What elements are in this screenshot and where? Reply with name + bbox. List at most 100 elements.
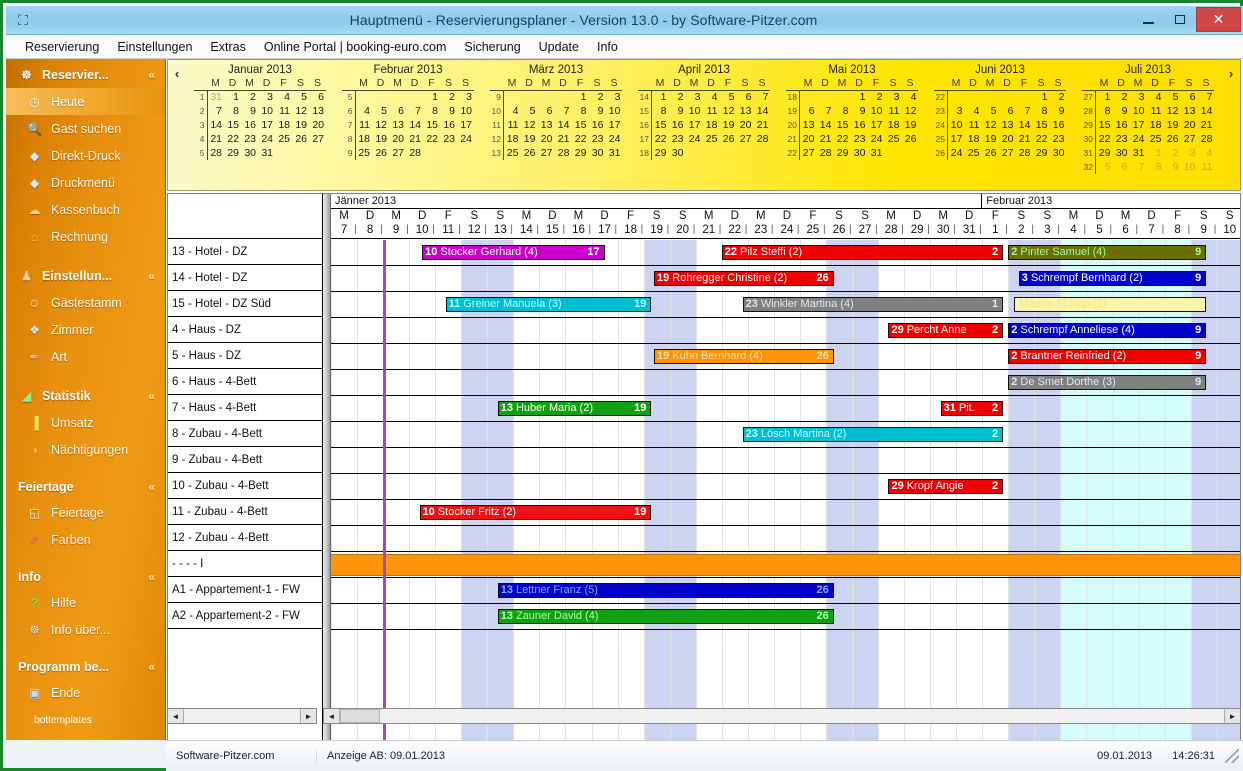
calendar-day-cell[interactable]: 9: [440, 104, 457, 118]
calendar-day-cell[interactable]: 2: [588, 90, 605, 104]
calendar-day-cell[interactable]: 12: [372, 118, 389, 132]
calendar-day-cell[interactable]: [816, 90, 833, 104]
calendar-day-cell[interactable]: 13: [998, 118, 1015, 132]
calendar-day-cell[interactable]: 9: [668, 104, 685, 118]
calendar-day-cell[interactable]: 10: [1129, 104, 1146, 118]
calendar-day-cell[interactable]: 12: [292, 104, 309, 118]
calendar-day-cell[interactable]: 25: [1146, 132, 1163, 146]
calendar-day-cell[interactable]: [964, 90, 981, 104]
calendar-day-cell[interactable]: 11: [702, 104, 719, 118]
sidebar-item-heute[interactable]: ◷Heute: [6, 88, 165, 115]
calendar-day-cell[interactable]: [554, 90, 571, 104]
calendar-day-cell[interactable]: 7: [1197, 90, 1214, 104]
calendar-day-cell[interactable]: [406, 90, 423, 104]
calendar-day-cell[interactable]: 8: [224, 104, 241, 118]
calendar-day-cell[interactable]: 21: [554, 132, 571, 146]
booking-bar[interactable]: 13Zauner David (4)26: [498, 609, 834, 624]
calendar-day-cell[interactable]: 3: [884, 90, 901, 104]
calendar-day-cell[interactable]: [520, 90, 537, 104]
calendar-day-cell[interactable]: [981, 90, 998, 104]
room-label-row[interactable]: 5 - Haus - DZ: [168, 343, 322, 369]
calendar-day-cell[interactable]: 1: [423, 90, 440, 104]
calendar-day-cell[interactable]: 10: [457, 104, 474, 118]
calendar-day-cell[interactable]: 25: [884, 132, 901, 146]
calendar-day-cell[interactable]: 19: [1163, 118, 1180, 132]
calendar-day-cell[interactable]: [685, 146, 702, 160]
calendar-day-cell[interactable]: 18: [275, 118, 292, 132]
calendar-day-cell[interactable]: [292, 146, 309, 160]
calendar-day-cell[interactable]: 2: [668, 90, 685, 104]
calendar-day-cell[interactable]: 30: [241, 146, 258, 160]
calendar-day-cell[interactable]: 25: [964, 146, 981, 160]
calendar-day-cell[interactable]: 23: [1049, 132, 1066, 146]
calendar-day-cell[interactable]: 16: [241, 118, 258, 132]
rooms-hscrollbar[interactable]: ◄ ►: [167, 708, 317, 724]
calendar-day-cell[interactable]: 20: [799, 132, 816, 146]
calendar-day-cell[interactable]: 15: [571, 118, 588, 132]
calendar-day-cell[interactable]: 13: [537, 118, 554, 132]
calendar-day-cell[interactable]: 25: [355, 146, 372, 160]
menu-item-extras[interactable]: Extras: [201, 37, 254, 57]
calendar-day-cell[interactable]: 4: [355, 104, 372, 118]
calendar-day-cell[interactable]: 19: [901, 118, 918, 132]
calendar-day-cell[interactable]: 11: [355, 118, 372, 132]
calendar-day-cell[interactable]: 18: [964, 132, 981, 146]
calendar-day-cell[interactable]: 29: [224, 146, 241, 160]
calendar-day-cell[interactable]: 7: [816, 104, 833, 118]
room-label-row[interactable]: 6 - Haus - 4-Bett: [168, 369, 322, 395]
menu-item-info[interactable]: Info: [588, 37, 627, 57]
calendar-day-cell[interactable]: 27: [736, 132, 753, 146]
sidebar-item-rechnung[interactable]: ⌂Rechnung: [6, 223, 165, 250]
maximize-button[interactable]: [1164, 8, 1196, 32]
room-label-row[interactable]: - - - - I: [168, 551, 322, 577]
calendar-day-cell[interactable]: 10: [685, 104, 702, 118]
calendar-day-cell[interactable]: 16: [440, 118, 457, 132]
calendar-day-cell[interactable]: 12: [901, 104, 918, 118]
close-button[interactable]: ✕: [1196, 7, 1241, 32]
calendar-day-cell[interactable]: 23: [850, 132, 867, 146]
calendar-day-cell[interactable]: 22: [1095, 132, 1112, 146]
calendar-day-cell[interactable]: 23: [241, 132, 258, 146]
booking-bar[interactable]: 2De Smet Dorthe (3)9: [1008, 375, 1206, 390]
calendar-day-cell[interactable]: 31: [867, 146, 884, 160]
calendar-day-cell[interactable]: 22: [224, 132, 241, 146]
calendar-day-cell[interactable]: 21: [753, 118, 770, 132]
calendar-day-cell[interactable]: 14: [207, 118, 224, 132]
calendar-day-cell[interactable]: 27: [1180, 132, 1197, 146]
calendar-day-cell[interactable]: 28: [207, 146, 224, 160]
calendar-day-cell[interactable]: 26: [520, 146, 537, 160]
booking-bar[interactable]: 10Stocker Gerhard (4)17: [422, 245, 604, 260]
chevron-up-icon[interactable]: «: [148, 660, 155, 674]
calendar-day-cell[interactable]: 19: [981, 132, 998, 146]
calendar-day-cell[interactable]: 15: [833, 118, 850, 132]
calendar-day-cell[interactable]: 11: [1197, 160, 1214, 174]
calendar-day-cell[interactable]: 12: [719, 104, 736, 118]
calendar-day-cell[interactable]: 5: [1095, 160, 1112, 174]
booking-bar[interactable]: 2Brantner Reinfried (2)9: [1008, 349, 1206, 364]
calendar-day-cell[interactable]: 13: [736, 104, 753, 118]
calendar-day-cell[interactable]: 24: [605, 132, 622, 146]
room-label-row[interactable]: 11 - Zubau - 4-Bett: [168, 499, 322, 525]
calendar-day-cell[interactable]: 9: [1163, 160, 1180, 174]
calendar-day-cell[interactable]: 2: [867, 90, 884, 104]
calendar-day-cell[interactable]: 18: [702, 118, 719, 132]
calendar-day-cell[interactable]: 4: [1197, 146, 1214, 160]
menu-item-sicherung[interactable]: Sicherung: [455, 37, 529, 57]
calendar-day-cell[interactable]: 8: [651, 104, 668, 118]
calendar-day-cell[interactable]: 16: [1112, 118, 1129, 132]
calendar-day-cell[interactable]: 21: [207, 132, 224, 146]
sidebar-item-farben[interactable]: ✐Farben: [6, 526, 165, 553]
booking-bar[interactable]: 10Stocker Fritz (2)19: [420, 505, 652, 520]
calendar-day-cell[interactable]: 11: [503, 118, 520, 132]
minimize-button[interactable]: [1132, 8, 1164, 32]
calendar-day-cell[interactable]: 26: [1163, 132, 1180, 146]
calendar-day-cell[interactable]: 6: [799, 104, 816, 118]
calendar-day-cell[interactable]: 16: [1049, 118, 1066, 132]
calendar-day-cell[interactable]: 8: [833, 104, 850, 118]
booking-bar[interactable]: 13Huber Maria (2)19: [498, 401, 652, 416]
calendar-day-cell[interactable]: 1: [571, 90, 588, 104]
menu-item-einstellungen[interactable]: Einstellungen: [108, 37, 201, 57]
calendar-day-cell[interactable]: 7: [207, 104, 224, 118]
menu-item-update[interactable]: Update: [530, 37, 588, 57]
menu-item-reservierung[interactable]: Reservierung: [16, 37, 108, 57]
